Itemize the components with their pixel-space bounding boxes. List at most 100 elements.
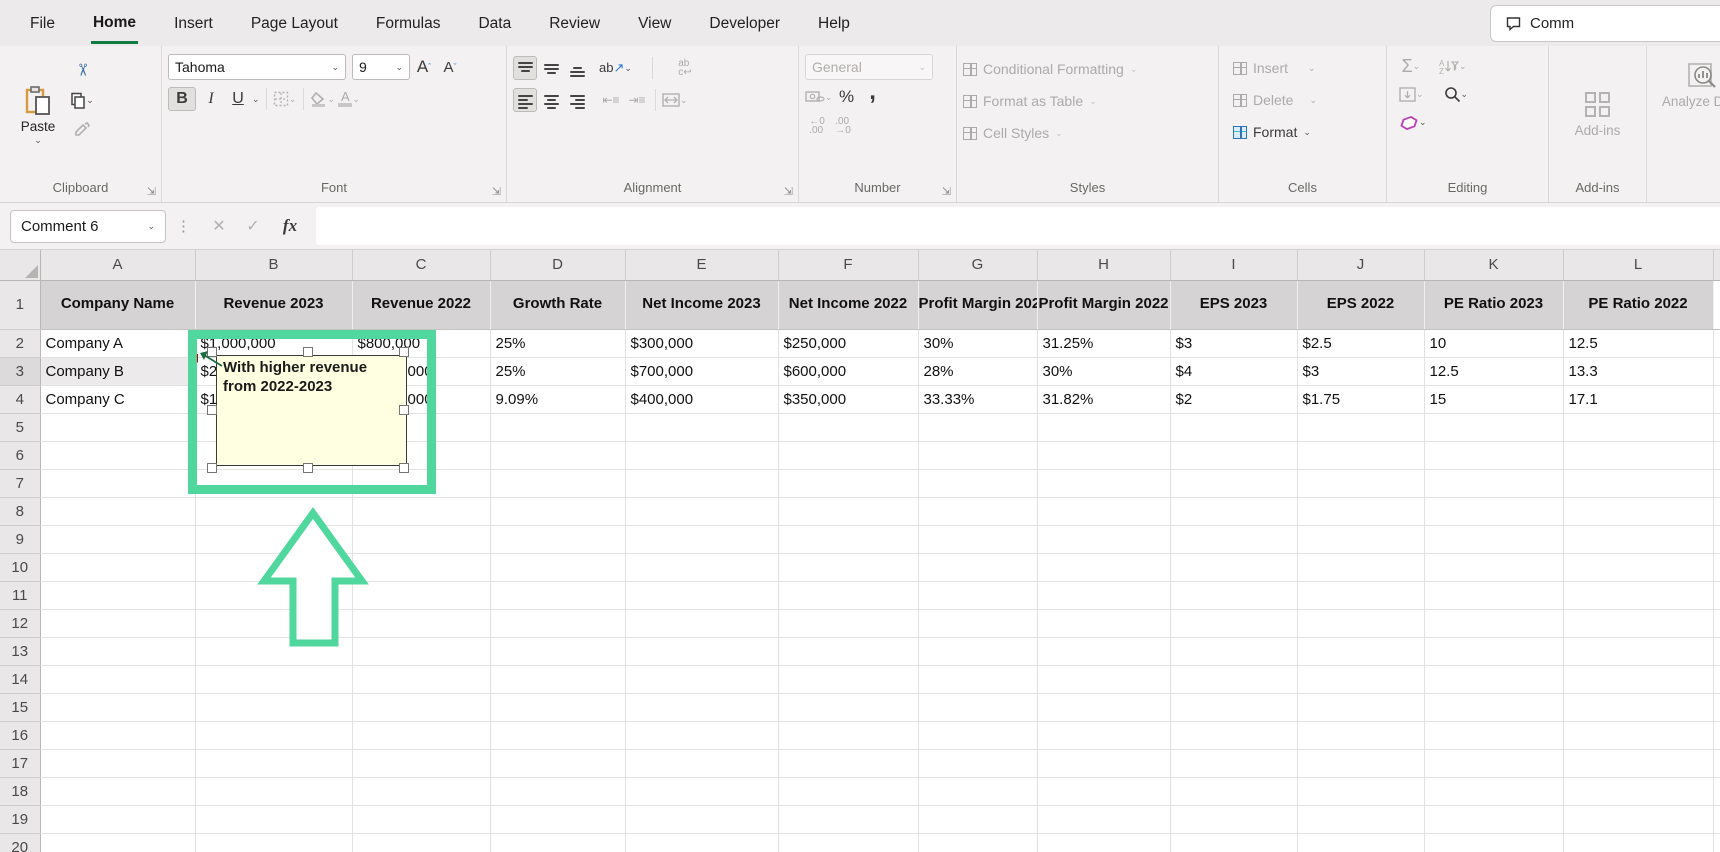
cell-L5[interactable] [1563,413,1714,442]
row-header-8[interactable]: 8 [0,497,41,526]
cell-F11[interactable] [778,581,919,610]
cell-B19[interactable] [195,805,353,834]
cell-E3[interactable]: $700,000 [625,357,779,386]
tab-review[interactable]: Review [547,4,602,42]
cell-E12[interactable] [625,609,779,638]
tab-formulas[interactable]: Formulas [374,4,443,42]
cell-I17[interactable] [1170,749,1298,778]
cell-M12[interactable] [1713,609,1720,638]
align-left-button[interactable] [513,88,537,112]
cell-M2[interactable] [1713,329,1720,358]
autosum-button[interactable]: Σ ⌄ [1399,54,1423,78]
underline-button[interactable]: U [226,87,250,111]
align-top-button[interactable] [513,56,537,80]
cell-A17[interactable] [40,749,196,778]
tab-file[interactable]: File [28,4,57,42]
cell-D9[interactable] [490,525,626,554]
cell-B20[interactable] [195,833,353,852]
cell-G3[interactable]: 28% [918,357,1038,386]
cell-F18[interactable] [778,777,919,806]
cell-F16[interactable] [778,721,919,750]
find-select-button[interactable]: ⌄ [1444,82,1468,106]
cell-F2[interactable]: $250,000 [778,329,919,358]
cell-A2[interactable]: Company A [40,329,196,358]
cell-J2[interactable]: $2.5 [1297,329,1425,358]
row-header-5[interactable]: 5 [0,413,41,442]
cell-J16[interactable] [1297,721,1425,750]
tab-insert[interactable]: Insert [172,4,215,42]
column-header-B[interactable]: B [195,250,353,281]
cell-H9[interactable] [1037,525,1171,554]
cell-F19[interactable] [778,805,919,834]
percent-style-button[interactable]: % [835,85,859,109]
cell-F10[interactable] [778,553,919,582]
cell-C15[interactable] [352,693,491,722]
cell-H5[interactable] [1037,413,1171,442]
cell-E14[interactable] [625,665,779,694]
italic-button[interactable]: I [198,87,224,111]
cell-A16[interactable] [40,721,196,750]
cell-I5[interactable] [1170,413,1298,442]
cell-L11[interactable] [1563,581,1714,610]
cell-J6[interactable] [1297,441,1425,470]
cell-E20[interactable] [625,833,779,852]
font-size-select[interactable]: 9 ⌄ [352,54,410,80]
cell-A18[interactable] [40,777,196,806]
cell-C17[interactable] [352,749,491,778]
cell-K20[interactable] [1424,833,1564,852]
tab-help[interactable]: Help [816,4,852,42]
cell-D19[interactable] [490,805,626,834]
cell-F20[interactable] [778,833,919,852]
comma-style-button[interactable]: , [861,80,885,109]
cell-M19[interactable] [1713,805,1720,834]
cell-I6[interactable] [1170,441,1298,470]
cell-D6[interactable] [490,441,626,470]
cell-E18[interactable] [625,777,779,806]
cell-E1[interactable]: Net Income 2023 [625,280,779,330]
cell-G17[interactable] [918,749,1038,778]
cell-E16[interactable] [625,721,779,750]
tab-data[interactable]: Data [476,4,513,42]
cell-D13[interactable] [490,637,626,666]
cell-H6[interactable] [1037,441,1171,470]
cell-L18[interactable] [1563,777,1714,806]
cell-L16[interactable] [1563,721,1714,750]
column-header-E[interactable]: E [625,250,779,281]
cell-I18[interactable] [1170,777,1298,806]
cell-A4[interactable]: Company C [40,385,196,414]
cell-B14[interactable] [195,665,353,694]
cell-B15[interactable] [195,693,353,722]
cell-K2[interactable]: 10 [1424,329,1564,358]
insert-function-icon[interactable]: fx [270,216,310,236]
cell-L1[interactable]: PE Ratio 2022 [1563,280,1714,330]
column-header-G[interactable]: G [918,250,1038,281]
row-header-1[interactable]: 1 [0,280,41,330]
clear-button[interactable]: ⌄ [1399,110,1427,134]
cell-K6[interactable] [1424,441,1564,470]
cell-I13[interactable] [1170,637,1298,666]
cell-F6[interactable] [778,441,919,470]
cell-H4[interactable]: 31.82% [1037,385,1171,414]
row-header-9[interactable]: 9 [0,525,41,554]
cell-I3[interactable]: $4 [1170,357,1298,386]
analyze-data-button[interactable]: Analyze Data [1654,60,1720,112]
cell-M5[interactable] [1713,413,1720,442]
cell-F14[interactable] [778,665,919,694]
paste-button[interactable]: Paste ⌄ [6,52,70,178]
cell-I16[interactable] [1170,721,1298,750]
cell-M6[interactable] [1713,441,1720,470]
cell-E11[interactable] [625,581,779,610]
cell-I19[interactable] [1170,805,1298,834]
cell-M20[interactable] [1713,833,1720,852]
cell-L6[interactable] [1563,441,1714,470]
cell-A12[interactable] [40,609,196,638]
cell-M15[interactable] [1713,693,1720,722]
cell-I2[interactable]: $3 [1170,329,1298,358]
cell-D1[interactable]: Growth Rate [490,280,626,330]
cell-M4[interactable] [1713,385,1720,414]
cell-A6[interactable] [40,441,196,470]
cell-M13[interactable] [1713,637,1720,666]
cell-G20[interactable] [918,833,1038,852]
cell-K19[interactable] [1424,805,1564,834]
font-name-select[interactable]: Tahoma ⌄ [168,54,346,80]
